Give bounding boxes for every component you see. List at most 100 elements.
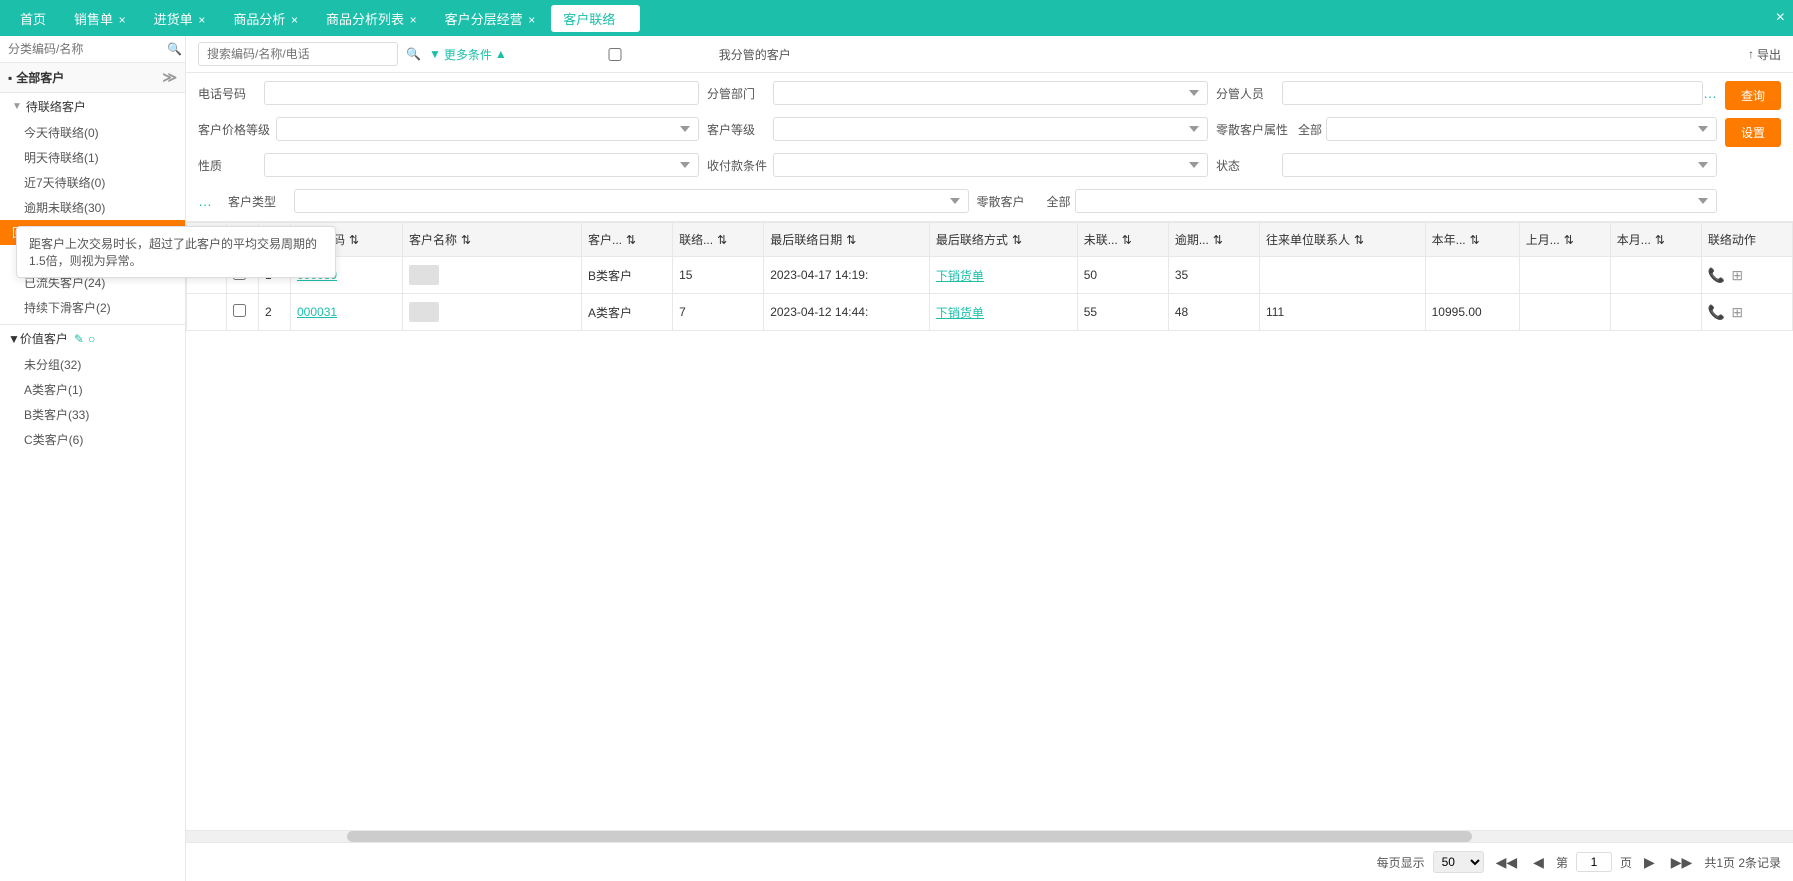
sort-icon10: ⇅ — [1470, 233, 1480, 247]
person-input[interactable] — [1282, 81, 1703, 105]
phone-input[interactable] — [264, 81, 699, 105]
add-icon[interactable]: ○ — [88, 332, 95, 346]
sidebar-search-icon[interactable]: 🔍 — [167, 42, 182, 56]
scrollbar-thumb[interactable] — [347, 831, 1472, 842]
sidebar-all-customers[interactable]: ▪ 全部客户 ≫ — [0, 63, 185, 93]
gender-select[interactable] — [264, 153, 699, 177]
row1-last-method[interactable]: 下销货单 — [929, 257, 1077, 294]
pagination-bar: 每页显示 50 100 200 ◀◀ ◀ 第 页 ▶ ▶▶ 共1页 2条记录 — [186, 842, 1793, 881]
row1-this-month — [1610, 257, 1701, 294]
edit-icon[interactable]: ✎ — [74, 332, 84, 346]
more-conditions-btn[interactable]: ▼ 更多条件 ▲ — [429, 46, 507, 63]
sidebar-ungrouped[interactable]: 未分组(32) — [0, 352, 185, 377]
sort-icon2: ⇅ — [461, 233, 471, 247]
sidebar-search-input[interactable] — [8, 42, 163, 56]
nav-purchase[interactable]: 进货单 × — [142, 5, 218, 32]
col-this-year[interactable]: 本年...⇅ — [1425, 223, 1519, 257]
dept-select[interactable] — [773, 81, 1208, 105]
advanced-filters: 电话号码 分管部门 分管人员 … — [186, 73, 1793, 222]
settings-btn[interactable]: 设置 — [1725, 118, 1781, 147]
my-customer-checkbox[interactable] — [515, 48, 715, 61]
search-icon[interactable]: 🔍 — [406, 47, 421, 61]
nav-sales[interactable]: 销售单 × — [62, 5, 138, 32]
row1-name — [402, 257, 581, 294]
customer-type-field: 客户类型 — [228, 189, 969, 213]
person-dots-icon[interactable]: … — [1703, 85, 1717, 101]
row2-more-icon[interactable]: ⊞ — [1731, 304, 1743, 321]
nav-close-analysis[interactable]: × — [291, 13, 298, 27]
first-page-btn[interactable]: ◀◀ — [1492, 852, 1522, 873]
filter-bar: 🔍 ▼ 更多条件 ▲ 我分管的客户 ↑ 导出 — [186, 36, 1793, 73]
export-icon: ↑ — [1748, 47, 1754, 61]
last-page-btn[interactable]: ▶▶ — [1667, 852, 1697, 873]
sidebar-class-a[interactable]: A类客户(1) — [0, 377, 185, 402]
col-contact[interactable]: 联络...⇅ — [673, 223, 764, 257]
window-close-icon[interactable]: × — [1776, 9, 1785, 27]
nav-home[interactable]: 首页 — [8, 5, 58, 32]
col-type[interactable]: 客户...⇅ — [581, 223, 672, 257]
col-company-contact[interactable]: 往来单位联系人⇅ — [1259, 223, 1425, 257]
sort-icon4: ⇅ — [717, 233, 727, 247]
retail-customer-select[interactable] — [1075, 189, 1717, 213]
main-layout: 🔍 ▪ 全部客户 ≫ ▼ 待联络客户 今天待联络(0) 明天待联络(1) 近7天… — [0, 36, 1793, 881]
nav-close-analysis-list[interactable]: × — [410, 13, 417, 27]
row2-this-month — [1610, 294, 1701, 331]
sidebar-pending-group[interactable]: ▼ 待联络客户 — [0, 93, 185, 120]
sidebar-pending-today[interactable]: 今天待联络(0) — [0, 120, 185, 145]
customer-level-field: 客户等级 — [707, 117, 1208, 141]
sidebar-declining[interactable]: 持续下滑客户(2) — [0, 295, 185, 320]
sidebar-collapse-btn[interactable]: ≫ — [162, 69, 177, 86]
row2-code[interactable]: 000031 — [291, 294, 403, 331]
nav-analysis[interactable]: 商品分析 × — [221, 5, 310, 32]
col-overdue[interactable]: 逾期...⇅ — [1168, 223, 1259, 257]
status-field: 状态 — [1216, 153, 1717, 177]
sidebar-pending-7days[interactable]: 近7天待联络(0) — [0, 170, 185, 195]
export-btn[interactable]: ↑ 导出 — [1748, 46, 1781, 63]
retail-attr-select[interactable] — [1326, 117, 1717, 141]
status-select[interactable] — [1282, 153, 1717, 177]
page-input[interactable] — [1576, 852, 1612, 872]
row2-last-method[interactable]: 下销货单 — [929, 294, 1077, 331]
sort-icon9: ⇅ — [1354, 233, 1364, 247]
customer-level-select[interactable] — [773, 117, 1208, 141]
col-name[interactable]: 客户名称⇅ — [402, 223, 581, 257]
filter-row-2: 客户价格等级 客户等级 零散客户属性 全部 — [198, 117, 1717, 141]
payment-select[interactable] — [773, 153, 1208, 177]
nav-customer-contact[interactable]: 客户联络 × — [551, 5, 640, 32]
next-page-btn[interactable]: ▶ — [1640, 852, 1659, 873]
query-btn[interactable]: 查询 — [1725, 81, 1781, 110]
per-page-select[interactable]: 50 100 200 — [1433, 851, 1484, 873]
row1-phone-icon[interactable]: 📞 — [1708, 267, 1725, 284]
nav-close-segment[interactable]: × — [528, 13, 535, 27]
row2-contact: 7 — [673, 294, 764, 331]
nav-close-sales[interactable]: × — [119, 13, 126, 27]
prev-page-btn[interactable]: ◀ — [1529, 852, 1548, 873]
sidebar: 🔍 ▪ 全部客户 ≫ ▼ 待联络客户 今天待联络(0) 明天待联络(1) 近7天… — [0, 36, 186, 881]
nav-customer-segment[interactable]: 客户分层经营 × — [433, 5, 548, 32]
table-container[interactable]: ⚙ 客户编码⇅ 客户名称⇅ 客户...⇅ — [186, 222, 1793, 830]
row2-company-contact: 111 — [1259, 294, 1425, 331]
col-this-month[interactable]: 本月...⇅ — [1610, 223, 1701, 257]
row2-select[interactable] — [233, 304, 246, 317]
nav-analysis-list[interactable]: 商品分析列表 × — [314, 5, 429, 32]
nav-close-contact[interactable]: × — [621, 13, 628, 27]
row1-last-month — [1519, 257, 1610, 294]
row2-phone-icon[interactable]: 📞 — [1708, 304, 1725, 321]
col-last-date[interactable]: 最后联络日期⇅ — [764, 223, 930, 257]
col-last-method[interactable]: 最后联络方式⇅ — [929, 223, 1077, 257]
row1-more-icon[interactable]: ⊞ — [1731, 267, 1743, 284]
customer-type-select[interactable] — [294, 189, 969, 213]
search-input[interactable] — [198, 42, 398, 66]
nav-close-purchase[interactable]: × — [198, 13, 205, 27]
col-last-month[interactable]: 上月...⇅ — [1519, 223, 1610, 257]
sidebar-value-group[interactable]: ▼ 价值客户 ✎ ○ — [0, 324, 185, 352]
price-level-select[interactable] — [276, 117, 699, 141]
sidebar-class-c[interactable]: C类客户(6) — [0, 427, 185, 452]
sidebar-pending-tomorrow[interactable]: 明天待联络(1) — [0, 145, 185, 170]
sidebar-class-b[interactable]: B类客户(33) — [0, 402, 185, 427]
col-no-contact[interactable]: 未联...⇅ — [1077, 223, 1168, 257]
horizontal-scrollbar[interactable] — [186, 830, 1793, 842]
table-row: 1 000039 B类客户 15 2023-04-17 14:19: 下销货单 … — [187, 257, 1793, 294]
extra-filters-dots[interactable]: … — [198, 193, 212, 209]
sidebar-pending-overdue[interactable]: 逾期未联络(30) — [0, 195, 185, 220]
